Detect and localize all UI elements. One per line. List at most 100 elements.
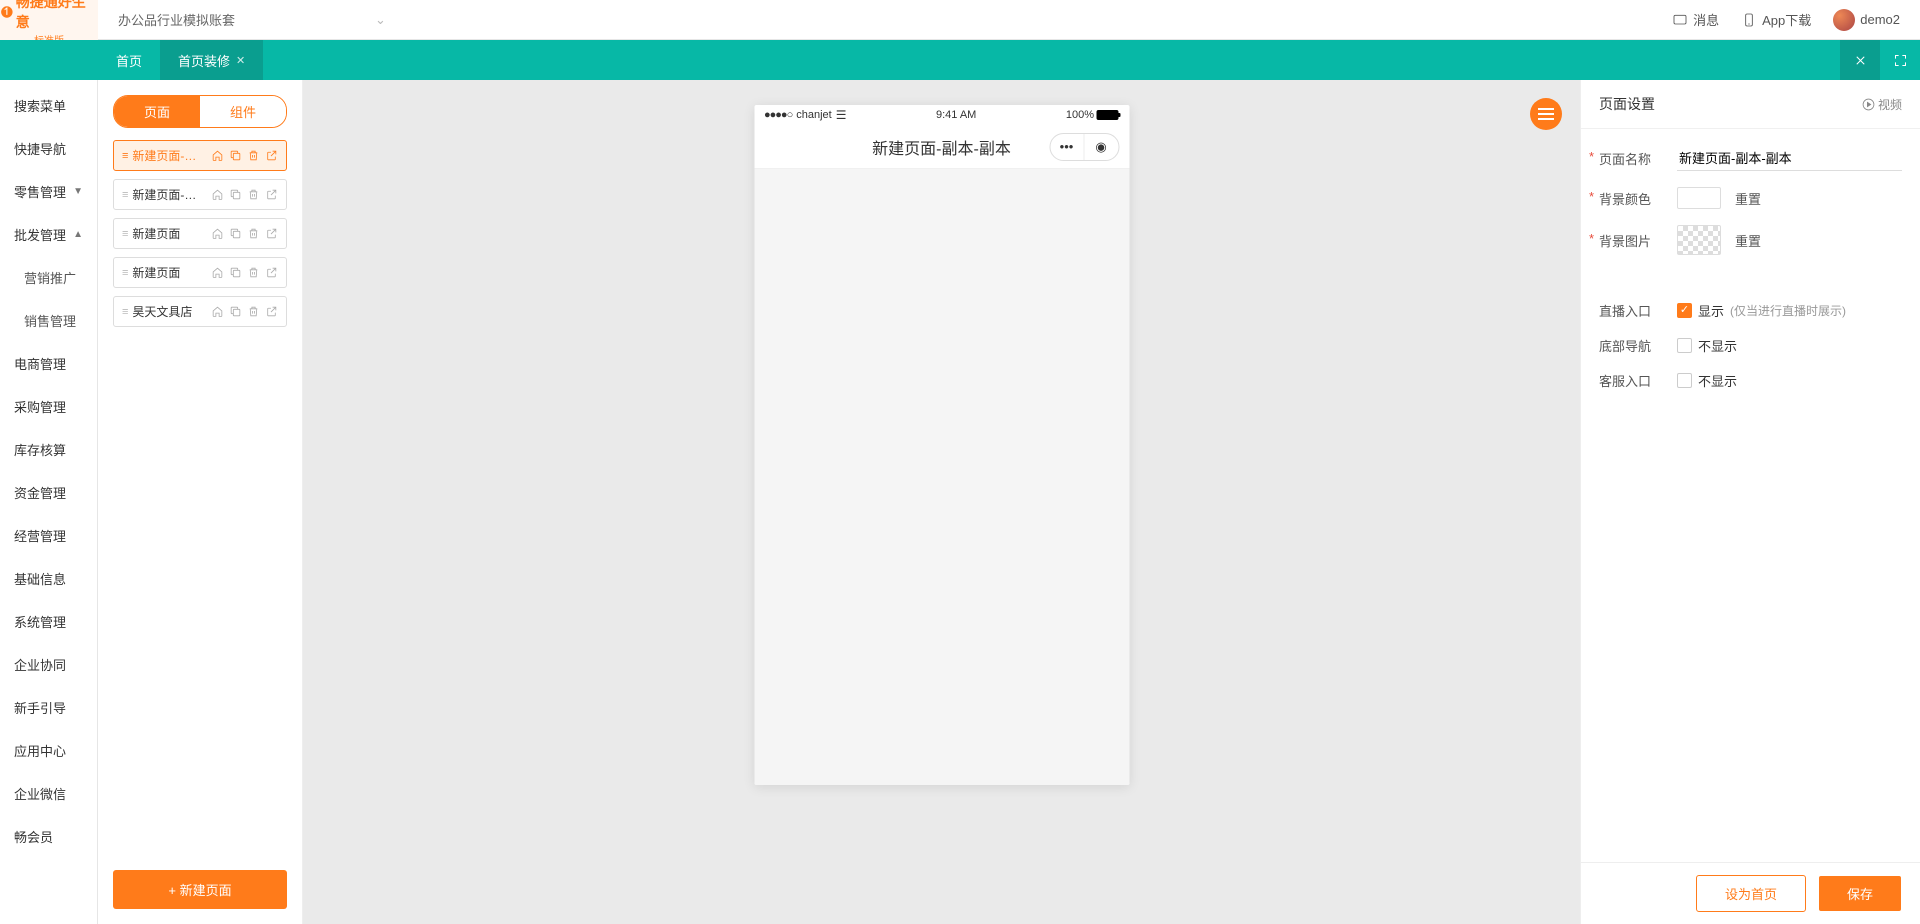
app-download-button[interactable]: App下载 [1741,10,1811,29]
delete-icon[interactable] [247,305,260,318]
drag-icon[interactable]: ≡ [122,189,126,201]
copy-icon[interactable] [229,305,242,318]
home-icon[interactable] [211,305,224,318]
tab-home-decoration[interactable]: 首页装修 ✕ [160,40,263,80]
home-icon[interactable] [211,227,224,240]
canvas-menu-button[interactable] [1530,98,1562,130]
page-list-item[interactable]: ≡ 新建页面 [113,218,287,249]
copy-icon[interactable] [229,227,242,240]
delete-icon[interactable] [247,149,260,162]
bottom-nav-checkbox[interactable] [1677,338,1692,353]
page-item-name: 新建页面 [132,264,205,281]
drag-icon[interactable]: ≡ [122,267,126,279]
chevron-down-icon: ⌄ [375,12,386,28]
brand-logo: 畅捷通好生意 标准版 [0,0,98,40]
home-icon[interactable] [211,149,224,162]
user-menu[interactable]: demo2 [1833,9,1900,31]
page-list-item[interactable]: ≡新建页面-副本 [113,179,287,210]
phone-page-title: 新建页面-副本-副本 [872,135,1011,159]
nav-item[interactable]: 库存核算 [0,428,97,471]
messages-button[interactable]: 消息 [1672,10,1719,29]
nav-item[interactable]: 零售管理▼ [0,170,97,213]
save-button[interactable]: 保存 [1818,875,1902,912]
phone-icon [1741,12,1757,28]
nav-item[interactable]: 资金管理 [0,471,97,514]
share-icon[interactable] [265,227,278,240]
close-icon[interactable]: ✕ [236,54,245,67]
nav-subitem[interactable]: 营销推广 [0,256,97,299]
phone-time: 9:41 AM [936,109,976,121]
nav-item[interactable]: 企业协同 [0,643,97,686]
play-icon [1862,98,1875,111]
drag-icon[interactable]: ≡ [122,306,126,318]
tab-pages[interactable]: 页面 [114,96,200,127]
video-help-button[interactable]: 视频 [1862,96,1902,113]
share-icon[interactable] [265,188,278,201]
share-icon[interactable] [265,266,278,279]
wifi-icon: ☰ [836,108,847,122]
copy-icon[interactable] [229,266,242,279]
more-icon[interactable]: ••• [1050,134,1084,160]
drag-icon[interactable]: ≡ [122,150,126,162]
nav-item[interactable]: 新手引导 [0,686,97,729]
workspace-tabs: 首页 首页装修 ✕ [0,40,1920,80]
delete-icon[interactable] [247,266,260,279]
side-nav: 搜索菜单快捷导航零售管理▼批发管理▲营销推广销售管理电商管理采购管理库存核算资金… [0,80,98,924]
delete-icon[interactable] [247,188,260,201]
target-icon[interactable]: ◉ [1084,134,1118,160]
copy-icon[interactable] [229,188,242,201]
label-bg-image: 背景图片 [1599,231,1677,250]
phone-header: 新建页面-副本-副本 ••• ◉ [754,125,1129,169]
page-list-item[interactable]: ≡昊天文具店 [113,296,287,327]
canvas: ●●●●○ chanjet ☰ 9:41 AM 100% 新建页面-副本-副本 … [303,80,1580,924]
avatar-icon [1833,9,1855,31]
nav-item[interactable]: 系统管理 [0,600,97,643]
service-checkbox[interactable] [1677,373,1692,388]
home-icon[interactable] [211,188,224,201]
phone-status-bar: ●●●●○ chanjet ☰ 9:41 AM 100% [754,105,1129,125]
bg-color-reset[interactable]: 重置 [1735,189,1761,208]
nav-item[interactable]: 批发管理▲ [0,213,97,256]
nav-item[interactable]: 基础信息 [0,557,97,600]
org-selector[interactable]: 办公品行业模拟账套 ⌄ [118,10,386,29]
settings-title: 页面设置 [1599,94,1655,114]
bg-color-swatch[interactable] [1677,187,1721,209]
nav-subitem[interactable]: 销售管理 [0,299,97,342]
mini-program-capsule[interactable]: ••• ◉ [1049,133,1119,161]
nav-item[interactable]: 搜索菜单 [0,84,97,127]
signal-icon: ●●●●○ [764,109,792,121]
page-item-name: 新建页面 [132,225,205,242]
bg-image-reset[interactable]: 重置 [1735,231,1761,250]
bg-image-picker[interactable] [1677,225,1721,255]
copy-icon[interactable] [229,149,242,162]
drag-icon[interactable]: ≡ [122,228,126,240]
delete-icon[interactable] [247,227,260,240]
page-name-input[interactable] [1677,145,1902,171]
page-list-item[interactable]: ≡ 新建页面 [113,257,287,288]
page-component-tabs: 页面 组件 [113,95,287,128]
top-bar: 畅捷通好生意 标准版 办公品行业模拟账套 ⌄ 消息 App下载 demo2 [0,0,1920,40]
share-icon[interactable] [265,149,278,162]
nav-item[interactable]: 电商管理 [0,342,97,385]
page-list-item[interactable]: ≡新建页面-副本-... [113,140,287,171]
nav-item[interactable]: 应用中心 [0,729,97,772]
home-icon[interactable] [211,266,224,279]
tab-components[interactable]: 组件 [200,96,286,127]
tab-home[interactable]: 首页 [98,40,160,80]
phone-preview: ●●●●○ chanjet ☰ 9:41 AM 100% 新建页面-副本-副本 … [754,105,1129,785]
tabs-close-button[interactable] [1840,40,1880,80]
nav-item[interactable]: 采购管理 [0,385,97,428]
nav-item[interactable]: 企业微信 [0,772,97,815]
nav-item[interactable]: 经营管理 [0,514,97,557]
set-homepage-button[interactable]: 设为首页 [1696,875,1806,912]
label-page-name: 页面名称 [1599,149,1677,168]
fullscreen-button[interactable] [1880,40,1920,80]
share-icon[interactable] [265,305,278,318]
nav-item[interactable]: 畅会员 [0,815,97,858]
brand-name: 畅捷通好生意 [16,0,98,32]
new-page-button[interactable]: + 新建页面 [113,870,287,909]
nav-item[interactable]: 快捷导航 [0,127,97,170]
label-bg-color: 背景颜色 [1599,189,1677,208]
phone-body[interactable] [754,169,1129,785]
live-show-checkbox[interactable] [1677,303,1692,318]
